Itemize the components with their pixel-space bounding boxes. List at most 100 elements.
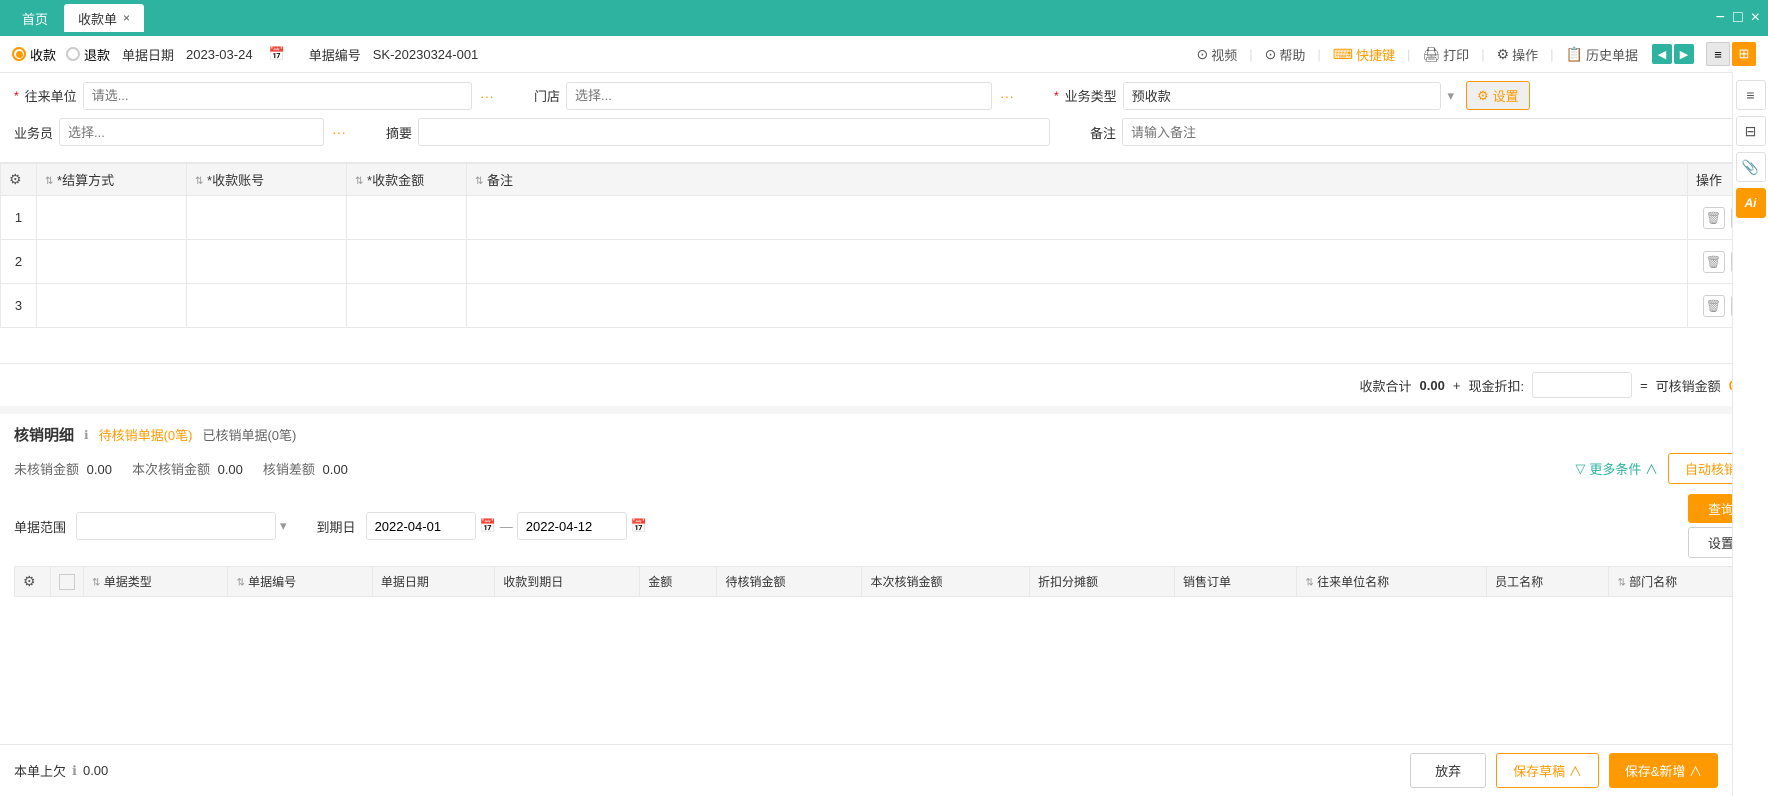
current-stat: 本次核销金额 0.00 bbox=[132, 459, 243, 478]
operate-action[interactable]: ⚙ 操作 bbox=[1497, 45, 1539, 64]
tab-home[interactable]: 首页 bbox=[8, 4, 62, 32]
salesman-label: 业务员 bbox=[14, 123, 53, 142]
setup-button[interactable]: ⚙ 设置 bbox=[1466, 81, 1530, 110]
counterpart-ellipsis[interactable]: ··· bbox=[480, 88, 494, 104]
diff-label: 核销差额 bbox=[263, 462, 315, 477]
radio-tuikuan[interactable]: 退款 bbox=[66, 45, 110, 64]
setup-label: 设置 bbox=[1493, 86, 1519, 105]
remark-field: 备注 bbox=[1090, 118, 1754, 146]
panel-icon-2[interactable]: ⊟ bbox=[1736, 116, 1766, 146]
save-draft-btn[interactable]: 保存草稿 ∧ bbox=[1496, 753, 1599, 788]
row1-settle[interactable] bbox=[37, 196, 187, 240]
salesman-input[interactable] bbox=[59, 118, 324, 146]
window-controls: − □ × bbox=[1716, 9, 1760, 27]
summary-field: 摘要 bbox=[386, 118, 1050, 146]
bth-sales-order: 销售订单 bbox=[1175, 567, 1297, 597]
remark-input[interactable] bbox=[1122, 118, 1754, 146]
footer-doc-value: 0.00 bbox=[83, 763, 108, 778]
bth-check bbox=[51, 567, 84, 597]
tab-close-icon[interactable]: × bbox=[123, 11, 130, 25]
panel-icon-3[interactable]: 📎 bbox=[1736, 152, 1766, 182]
current-val: 0.00 bbox=[218, 462, 243, 477]
tab-done[interactable]: 已核销单据(0笔) bbox=[202, 425, 296, 444]
store-input[interactable] bbox=[566, 82, 992, 110]
salesman-field: 业务员 ··· bbox=[14, 118, 346, 146]
table-settings-icon[interactable]: ⚙ bbox=[9, 171, 22, 187]
biz-type-arrow[interactable]: ▾ bbox=[1447, 88, 1454, 104]
range-label: 单据范围 bbox=[14, 517, 66, 536]
row2-delete-icon[interactable]: 🗑 bbox=[1703, 251, 1725, 273]
row2-amount[interactable] bbox=[347, 240, 467, 284]
save-new-label: 保存&新增 ∧ bbox=[1625, 761, 1702, 780]
calendar-from-icon[interactable]: 📅 bbox=[480, 518, 496, 534]
counterpart-field: * 往来单位 ··· bbox=[14, 82, 494, 110]
store-field: 门店 ··· bbox=[534, 82, 1014, 110]
save-new-btn[interactable]: 保存&新增 ∧ bbox=[1609, 753, 1718, 788]
doc-date-value: 2023-03-24 bbox=[186, 47, 253, 62]
payment-type-group: 收款 退款 bbox=[12, 45, 110, 64]
plus-symbol: + bbox=[1453, 378, 1461, 393]
date-range: 📅 — 📅 bbox=[366, 512, 647, 540]
row3-account[interactable] bbox=[187, 284, 347, 328]
radio-shoukuan[interactable]: 收款 bbox=[12, 45, 56, 64]
date-to-input[interactable] bbox=[517, 512, 627, 540]
calendar-icon[interactable]: 📅 bbox=[269, 46, 285, 62]
biz-type-input[interactable] bbox=[1123, 82, 1442, 110]
date-from-input[interactable] bbox=[366, 512, 476, 540]
row3-amount[interactable] bbox=[347, 284, 467, 328]
store-ellipsis[interactable]: ··· bbox=[1000, 88, 1014, 104]
print-action[interactable]: 🖨 打印 bbox=[1422, 45, 1469, 64]
verif-info-icon[interactable]: ℹ bbox=[84, 428, 89, 442]
minimize-icon[interactable]: − bbox=[1716, 9, 1725, 27]
panel-icon-1[interactable]: ≡ bbox=[1736, 80, 1766, 110]
radio-shoukuan-label: 收款 bbox=[30, 45, 56, 64]
bottom-table-settings-icon[interactable]: ⚙ bbox=[23, 573, 36, 589]
panel-icon-4[interactable]: Ai bbox=[1736, 188, 1766, 218]
maximize-icon[interactable]: □ bbox=[1733, 9, 1743, 27]
unverified-stat: 未核销金额 0.00 bbox=[14, 459, 112, 478]
due-date-label: 到期日 bbox=[317, 517, 356, 536]
row1-note[interactable] bbox=[467, 196, 1688, 240]
nav-arrows: ◀ ▶ bbox=[1652, 44, 1694, 64]
radio-shoukuan-dot bbox=[12, 47, 26, 61]
row1-amount[interactable] bbox=[347, 196, 467, 240]
bth-discount: 折扣分摊额 bbox=[1030, 567, 1175, 597]
tab-pending[interactable]: 待核销单据(0笔) bbox=[99, 425, 193, 444]
list-view-btn[interactable]: ≡ bbox=[1706, 42, 1730, 66]
summary-input[interactable] bbox=[418, 118, 1050, 146]
prev-btn[interactable]: ◀ bbox=[1652, 44, 1672, 64]
select-all-checkbox[interactable] bbox=[59, 574, 75, 590]
discount-input[interactable] bbox=[1532, 372, 1632, 398]
tab-current[interactable]: 收款单 × bbox=[64, 4, 144, 32]
grid-view-btn[interactable]: ⊞ bbox=[1732, 42, 1756, 66]
row1-account[interactable] bbox=[187, 196, 347, 240]
salesman-ellipsis[interactable]: ··· bbox=[332, 124, 346, 140]
row3-note[interactable] bbox=[467, 284, 1688, 328]
video-action[interactable]: ⊙ 视频 bbox=[1196, 45, 1237, 64]
help-label: 帮助 bbox=[1279, 45, 1305, 64]
row2-account[interactable] bbox=[187, 240, 347, 284]
row1-delete-icon[interactable]: 🗑 bbox=[1703, 207, 1725, 229]
range-select-input[interactable] bbox=[76, 512, 276, 540]
abandon-btn[interactable]: 放弃 bbox=[1410, 753, 1486, 788]
doc-no-value: SK-20230324-001 bbox=[373, 47, 479, 62]
row2-note[interactable] bbox=[467, 240, 1688, 284]
row2-settle[interactable] bbox=[37, 240, 187, 284]
more-conditions-btn[interactable]: ▽ 更多条件 ∧ bbox=[1575, 459, 1658, 478]
bottom-table-header-row: ⚙ ⇅ 单据类型 ⇅ 单据编号 单据日期 bbox=[15, 567, 1754, 597]
calendar-to-icon[interactable]: 📅 bbox=[631, 518, 647, 534]
footer-info-icon[interactable]: ℹ bbox=[72, 763, 77, 779]
row3-settle[interactable] bbox=[37, 284, 187, 328]
table-row: 3 🗑 ⧉ bbox=[1, 284, 1768, 328]
history-action[interactable]: 📋 历史单据 bbox=[1566, 45, 1638, 64]
help-action[interactable]: ⊙ 帮助 bbox=[1265, 45, 1306, 64]
row3-delete-icon[interactable]: 🗑 bbox=[1703, 295, 1725, 317]
window-close-icon[interactable]: × bbox=[1751, 9, 1760, 27]
remark-label: 备注 bbox=[1090, 123, 1116, 142]
next-btn[interactable]: ▶ bbox=[1674, 44, 1694, 64]
counterpart-input[interactable] bbox=[83, 82, 472, 110]
form-row-2: 业务员 ··· 摘要 备注 bbox=[14, 118, 1754, 146]
shortcut-action[interactable]: ⌨ 快捷键 bbox=[1333, 45, 1395, 64]
range-select-arrow[interactable]: ▾ bbox=[280, 518, 287, 534]
filter-icon: ▽ bbox=[1575, 461, 1585, 477]
